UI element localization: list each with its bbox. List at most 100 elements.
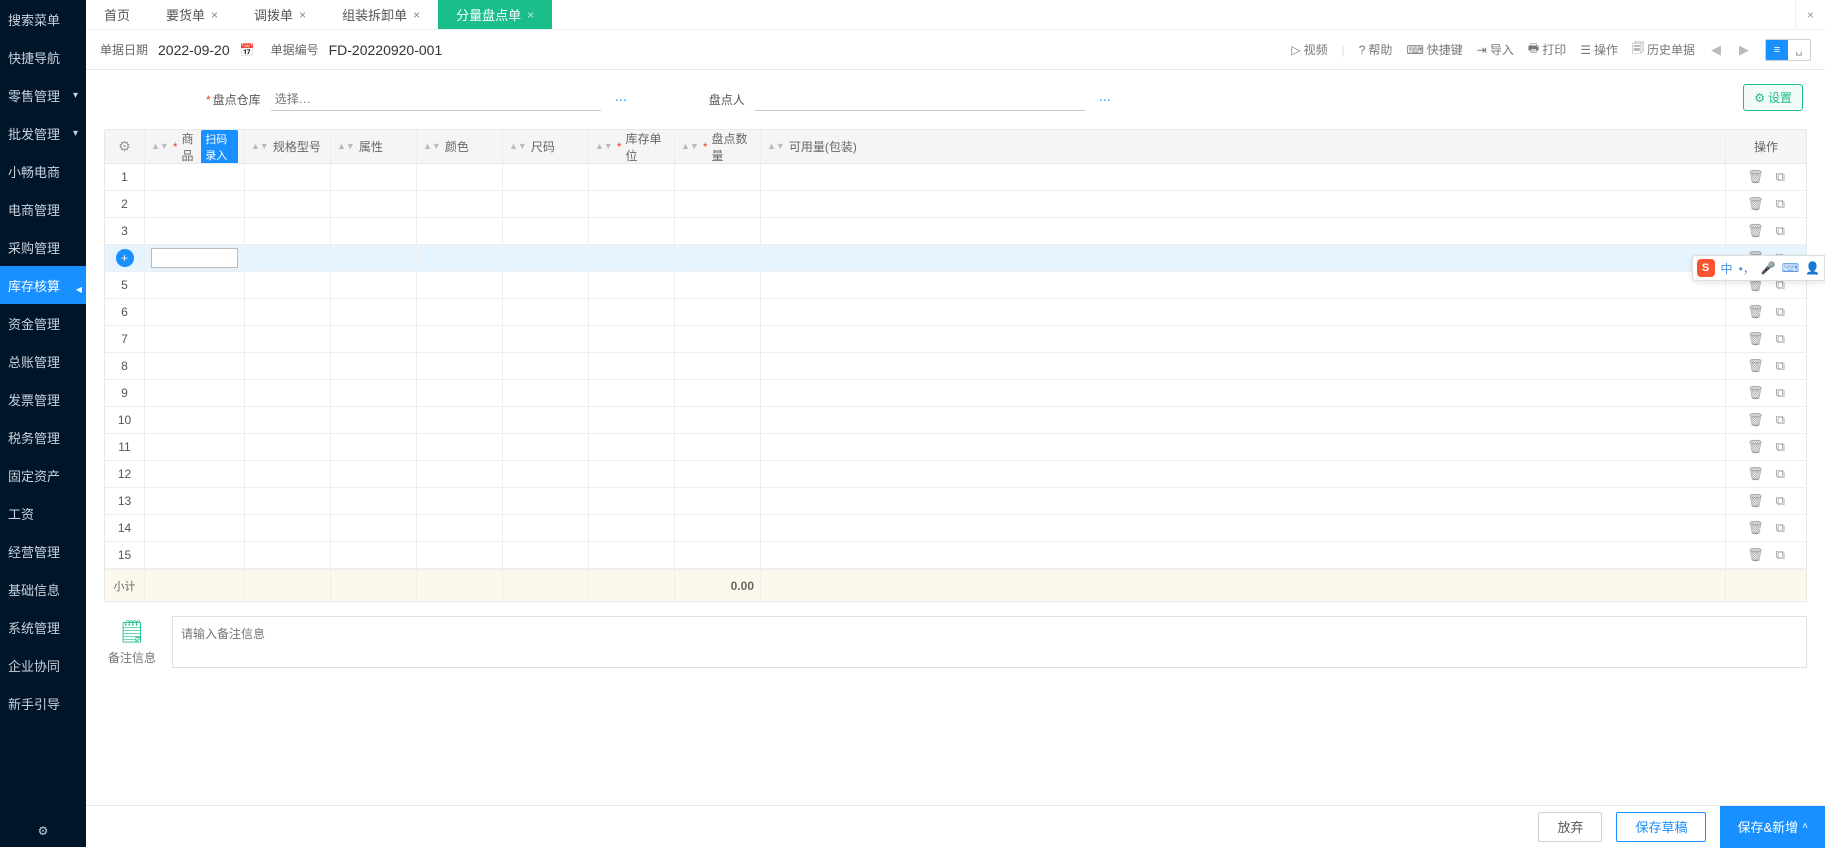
cell-size[interactable] (503, 245, 589, 271)
col-unit[interactable]: ▲▼*库存单位 (589, 130, 675, 163)
cell-size[interactable] (503, 434, 589, 460)
tab-2[interactable]: 调拨单× (236, 0, 324, 29)
cell-color[interactable] (417, 353, 503, 379)
cell-size[interactable] (503, 461, 589, 487)
save-draft-button[interactable]: 保存草稿 (1616, 812, 1706, 842)
col-avail[interactable]: ▲▼可用量(包装) (761, 130, 1726, 163)
cell-spec[interactable] (245, 164, 331, 190)
close-icon[interactable]: × (211, 8, 218, 22)
delete-row-icon[interactable]: 🗑 (1747, 439, 1764, 455)
view-card-button[interactable]: ␣ (1788, 40, 1810, 60)
cell-color[interactable] (417, 191, 503, 217)
save-new-button[interactable]: 保存&新增 ˄ (1720, 806, 1825, 848)
cell-color[interactable] (417, 299, 503, 325)
table-row[interactable]: 13🗑⧉ (105, 488, 1806, 515)
delete-row-icon[interactable]: 🗑 (1747, 169, 1764, 185)
cell-goods[interactable] (145, 272, 245, 298)
header-gear[interactable]: ⚙ (105, 130, 145, 163)
cell-unit[interactable] (589, 299, 675, 325)
cell-avail[interactable] (761, 164, 1726, 190)
add-row-button[interactable]: + (116, 249, 134, 267)
sidebar-item-16[interactable]: 系统管理 (0, 608, 86, 646)
cell-goods[interactable] (145, 326, 245, 352)
warehouse-input[interactable] (271, 88, 601, 111)
cell-unit[interactable] (589, 380, 675, 406)
delete-row-icon[interactable]: 🗑 (1747, 466, 1764, 482)
cell-goods[interactable] (145, 245, 245, 271)
remarks-input[interactable] (172, 616, 1807, 668)
cell-goods[interactable] (145, 488, 245, 514)
cell-attr[interactable] (331, 353, 417, 379)
delete-row-icon[interactable]: 🗑 (1747, 304, 1764, 320)
table-row[interactable]: 11🗑⧉ (105, 434, 1806, 461)
table-row[interactable]: 5🗑⧉ (105, 272, 1806, 299)
delete-row-icon[interactable]: 🗑 (1747, 412, 1764, 428)
table-row[interactable]: 3🗑⧉ (105, 218, 1806, 245)
tab-3[interactable]: 组装拆卸单× (324, 0, 438, 29)
sidebar-item-15[interactable]: 基础信息 (0, 570, 86, 608)
cell-size[interactable] (503, 488, 589, 514)
tabs-close-all-button[interactable]: × (1795, 0, 1825, 29)
cell-qty[interactable] (675, 191, 761, 217)
video-button[interactable]: ▷视频 (1291, 41, 1327, 58)
cell-unit[interactable] (589, 515, 675, 541)
sidebar-item-9[interactable]: 总账管理 (0, 342, 86, 380)
operate-button[interactable]: ☰操作 (1580, 41, 1618, 58)
table-row[interactable]: 12🗑⧉ (105, 461, 1806, 488)
cell-goods[interactable] (145, 299, 245, 325)
cell-attr[interactable] (331, 407, 417, 433)
copy-row-icon[interactable]: ⧉ (1776, 466, 1785, 482)
cell-color[interactable] (417, 434, 503, 460)
cell-avail[interactable] (761, 326, 1726, 352)
cell-unit[interactable] (589, 326, 675, 352)
cell-attr[interactable] (331, 164, 417, 190)
cell-color[interactable] (417, 407, 503, 433)
delete-row-icon[interactable]: 🗑 (1747, 385, 1764, 401)
cell-qty[interactable] (675, 488, 761, 514)
col-color[interactable]: ▲▼颜色 (417, 130, 503, 163)
cell-goods[interactable] (145, 515, 245, 541)
cell-attr[interactable] (331, 380, 417, 406)
cell-spec[interactable] (245, 245, 331, 271)
cell-avail[interactable] (761, 218, 1726, 244)
cell-spec[interactable] (245, 380, 331, 406)
col-qty[interactable]: ▲▼*盘点数量 (675, 130, 761, 163)
cell-goods[interactable] (145, 191, 245, 217)
cell-size[interactable] (503, 542, 589, 568)
cell-qty[interactable] (675, 326, 761, 352)
close-icon[interactable]: × (527, 8, 534, 22)
copy-row-icon[interactable]: ⧉ (1776, 520, 1785, 536)
cell-color[interactable] (417, 245, 503, 271)
cell-attr[interactable] (331, 488, 417, 514)
cell-attr[interactable] (331, 542, 417, 568)
cell-size[interactable] (503, 515, 589, 541)
copy-row-icon[interactable]: ⧉ (1776, 169, 1785, 185)
cell-qty[interactable] (675, 380, 761, 406)
cell-unit[interactable] (589, 542, 675, 568)
cell-goods[interactable] (145, 353, 245, 379)
copy-row-icon[interactable]: ⧉ (1776, 412, 1785, 428)
col-spec[interactable]: ▲▼规格型号 (245, 130, 331, 163)
sidebar-item-10[interactable]: 发票管理 (0, 380, 86, 418)
cell-goods[interactable] (145, 542, 245, 568)
cell-goods[interactable] (145, 218, 245, 244)
cell-avail[interactable] (761, 380, 1726, 406)
cell-qty[interactable] (675, 245, 761, 271)
help-button[interactable]: ?帮助 (1359, 41, 1393, 58)
table-row[interactable]: 10🗑⧉ (105, 407, 1806, 434)
cell-spec[interactable] (245, 218, 331, 244)
col-size[interactable]: ▲▼尺码 (503, 130, 589, 163)
cell-avail[interactable] (761, 488, 1726, 514)
cell-color[interactable] (417, 542, 503, 568)
sidebar-item-3[interactable]: 批发管理▾ (0, 114, 86, 152)
cell-attr[interactable] (331, 326, 417, 352)
scan-tag[interactable]: 扫码录入 (201, 130, 238, 163)
cell-avail[interactable] (761, 245, 1726, 271)
cell-color[interactable] (417, 488, 503, 514)
tab-4[interactable]: 分量盘点单× (438, 0, 552, 29)
person-input[interactable] (755, 88, 1085, 111)
shortcut-button[interactable]: ⌨快捷键 (1406, 41, 1462, 58)
ime-user-icon[interactable]: 👤 (1805, 261, 1820, 275)
cell-spec[interactable] (245, 191, 331, 217)
sidebar-item-5[interactable]: 电商管理 (0, 190, 86, 228)
